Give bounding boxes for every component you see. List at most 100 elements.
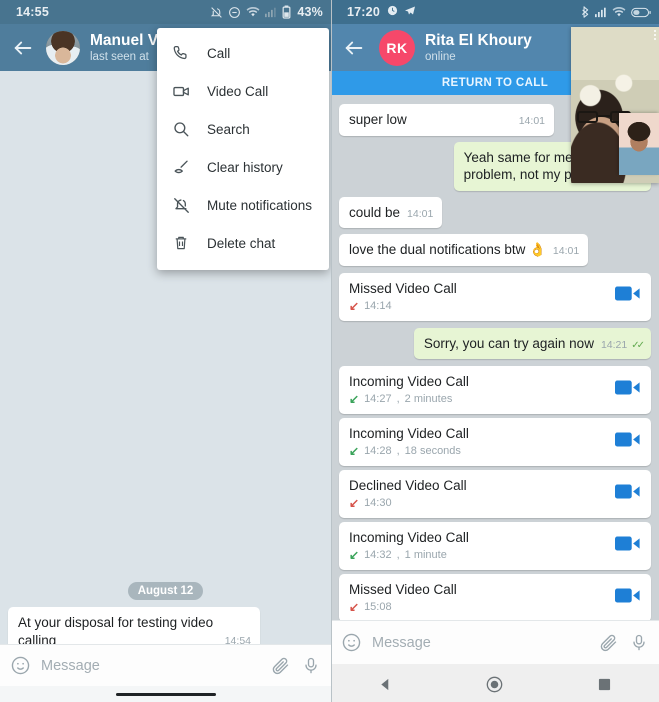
message-row[interactable]: could be 14:01 <box>331 194 659 232</box>
smiley-icon[interactable] <box>10 655 31 676</box>
microphone-icon[interactable] <box>629 633 649 653</box>
home-circle-icon[interactable] <box>480 676 510 693</box>
paperclip-icon[interactable] <box>598 632 619 653</box>
smiley-icon[interactable] <box>341 632 362 653</box>
call-incoming-arrow-icon: ↙ <box>349 444 360 459</box>
video-camera-icon <box>171 82 191 101</box>
call-log-title: Incoming Video Call <box>349 530 469 546</box>
message-row[interactable]: At your disposal for testing video calli… <box>0 604 331 644</box>
message-input-placeholder[interactable]: Message <box>372 635 588 651</box>
status-bar-clock: 17:20 <box>347 5 380 19</box>
menu-item-call[interactable]: Call <box>157 34 329 72</box>
back-triangle-icon[interactable] <box>371 678 401 691</box>
call-log-main: Incoming Video Call ↙ 14:28 , 18 seconds <box>349 426 607 457</box>
message-meta: 14:01 <box>519 115 545 129</box>
bell-off-icon <box>171 196 191 215</box>
back-button-left[interactable] <box>8 33 38 63</box>
message-bubble-incoming[interactable]: could be 14:01 <box>339 196 443 229</box>
message-timestamp: 14:21 <box>600 338 628 351</box>
status-bar-icon-group <box>581 5 651 19</box>
message-timestamp: 14:01 <box>552 245 580 258</box>
call-log-card[interactable]: Missed Video Call ↙ 15:08 <box>339 574 651 620</box>
message-bubble-incoming[interactable]: super low 14:01 <box>339 104 554 136</box>
call-log-subline: ↙ 14:14 <box>349 300 607 312</box>
menu-item-search[interactable]: Search <box>157 110 329 148</box>
call-log-main: Incoming Video Call ↙ 14:32 , 1 minute <box>349 530 607 561</box>
video-camera-icon <box>615 379 641 401</box>
pip-dot <box>654 34 656 36</box>
local-video-feed[interactable] <box>619 113 659 175</box>
wifi-icon <box>612 6 626 18</box>
phone-icon <box>171 44 191 62</box>
right-phone-telegram-chat: 17:20 RK Rita El Khoury online RETURN TO… <box>331 0 659 702</box>
call-log-subline: ↙ 15:08 <box>349 601 607 613</box>
call-log-time: 14:27 <box>364 393 392 406</box>
call-declined-arrow-icon: ↙ <box>349 496 360 511</box>
menu-item-delete-chat[interactable]: Delete chat <box>157 224 329 262</box>
menu-item-video-call[interactable]: Video Call <box>157 72 329 110</box>
paperclip-icon[interactable] <box>270 655 291 676</box>
message-input-placeholder[interactable]: Message <box>41 658 260 674</box>
call-log-card[interactable]: Incoming Video Call ↙ 14:28 , 18 seconds <box>339 418 651 467</box>
call-log-card[interactable]: Declined Video Call ↙ 14:30 <box>339 470 651 519</box>
message-row[interactable]: love the dual notifications btw 👌 14:01 <box>331 231 659 269</box>
message-meta: 14:01 <box>407 208 433 222</box>
call-log-card[interactable]: Missed Video Call ↙ 14:14 <box>339 272 651 321</box>
picture-in-picture-video[interactable] <box>571 27 659 183</box>
call-log-card[interactable]: Incoming Video Call ↙ 14:32 , 1 minute <box>339 522 651 571</box>
call-log-subline: ↙ 14:30 <box>349 497 607 509</box>
left-message-composer[interactable]: Message <box>0 644 331 686</box>
call-missed-arrow-icon: ↙ <box>349 298 360 313</box>
right-android-navbar[interactable] <box>331 664 659 702</box>
menu-item-label: Call <box>207 45 231 61</box>
menu-item-clear-history[interactable]: Clear history <box>157 148 329 186</box>
avatar-photo <box>46 30 80 65</box>
overflow-dropdown-menu[interactable]: Call Video Call Search Clear history Mut… <box>157 28 329 270</box>
call-log-title: Missed Video Call <box>349 582 457 598</box>
message-timestamp: 14:01 <box>518 114 545 127</box>
message-timestamp: 14:54 <box>224 635 251 644</box>
menu-item-mute-notifications[interactable]: Mute notifications <box>157 186 329 224</box>
battery-percent-label: 43% <box>297 5 323 19</box>
back-button-right[interactable] <box>339 33 369 63</box>
call-log-time: 14:32 <box>364 549 392 562</box>
pip-menu-dots-icon[interactable] <box>654 30 656 40</box>
bluetooth-icon <box>581 5 590 19</box>
right-message-composer[interactable]: Message <box>331 620 659 664</box>
menu-item-label: Clear history <box>207 159 283 175</box>
pip-dot <box>654 30 656 32</box>
call-incoming-arrow-icon: ↙ <box>349 392 360 407</box>
call-log-duration: 1 minute <box>404 549 447 562</box>
bridge <box>598 115 610 117</box>
call-log-separator: , <box>396 549 400 562</box>
video-camera-icon <box>615 431 641 453</box>
message-meta: 14:21 ✓✓ <box>600 338 645 353</box>
call-log-subline: ↙ 14:28 , 18 seconds <box>349 445 607 457</box>
call-log-card[interactable]: Incoming Video Call ↙ 14:27 , 2 minutes <box>339 366 651 415</box>
call-log-title: Incoming Video Call <box>349 426 469 442</box>
status-bar-clock: 14:55 <box>16 5 49 19</box>
broom-icon <box>171 158 191 177</box>
message-bubble-incoming[interactable]: love the dual notifications btw 👌 14:01 <box>339 234 589 266</box>
call-log-title: Missed Video Call <box>349 280 457 296</box>
video-camera-icon <box>615 483 641 505</box>
call-log-main: Declined Video Call ↙ 14:30 <box>349 478 607 509</box>
message-bubble-incoming[interactable]: At your disposal for testing video calli… <box>8 607 260 644</box>
call-log-main: Missed Video Call ↙ 14:14 <box>349 281 607 312</box>
panel-divider <box>331 0 332 702</box>
left-gesture-navbar[interactable] <box>0 686 331 702</box>
telegram-icon <box>404 5 416 20</box>
message-bubble-outgoing[interactable]: Sorry, you can try again now 14:21 ✓✓ <box>413 327 651 360</box>
avatar[interactable]: RK <box>379 29 415 66</box>
gesture-pill[interactable] <box>115 692 216 696</box>
call-log-duration: 2 minutes <box>404 393 453 406</box>
call-log-time: 14:30 <box>364 497 392 510</box>
avatar[interactable] <box>46 30 80 65</box>
video-camera-icon <box>615 535 641 557</box>
message-text: love the dual notifications btw 👌 <box>349 242 546 258</box>
microphone-icon[interactable] <box>301 656 321 676</box>
message-text: At your disposal for testing video calli… <box>18 615 217 644</box>
recents-square-icon[interactable] <box>589 678 619 691</box>
message-row[interactable]: Sorry, you can try again now 14:21 ✓✓ <box>331 325 659 363</box>
read-receipt-double-check-icon: ✓✓ <box>631 339 645 351</box>
